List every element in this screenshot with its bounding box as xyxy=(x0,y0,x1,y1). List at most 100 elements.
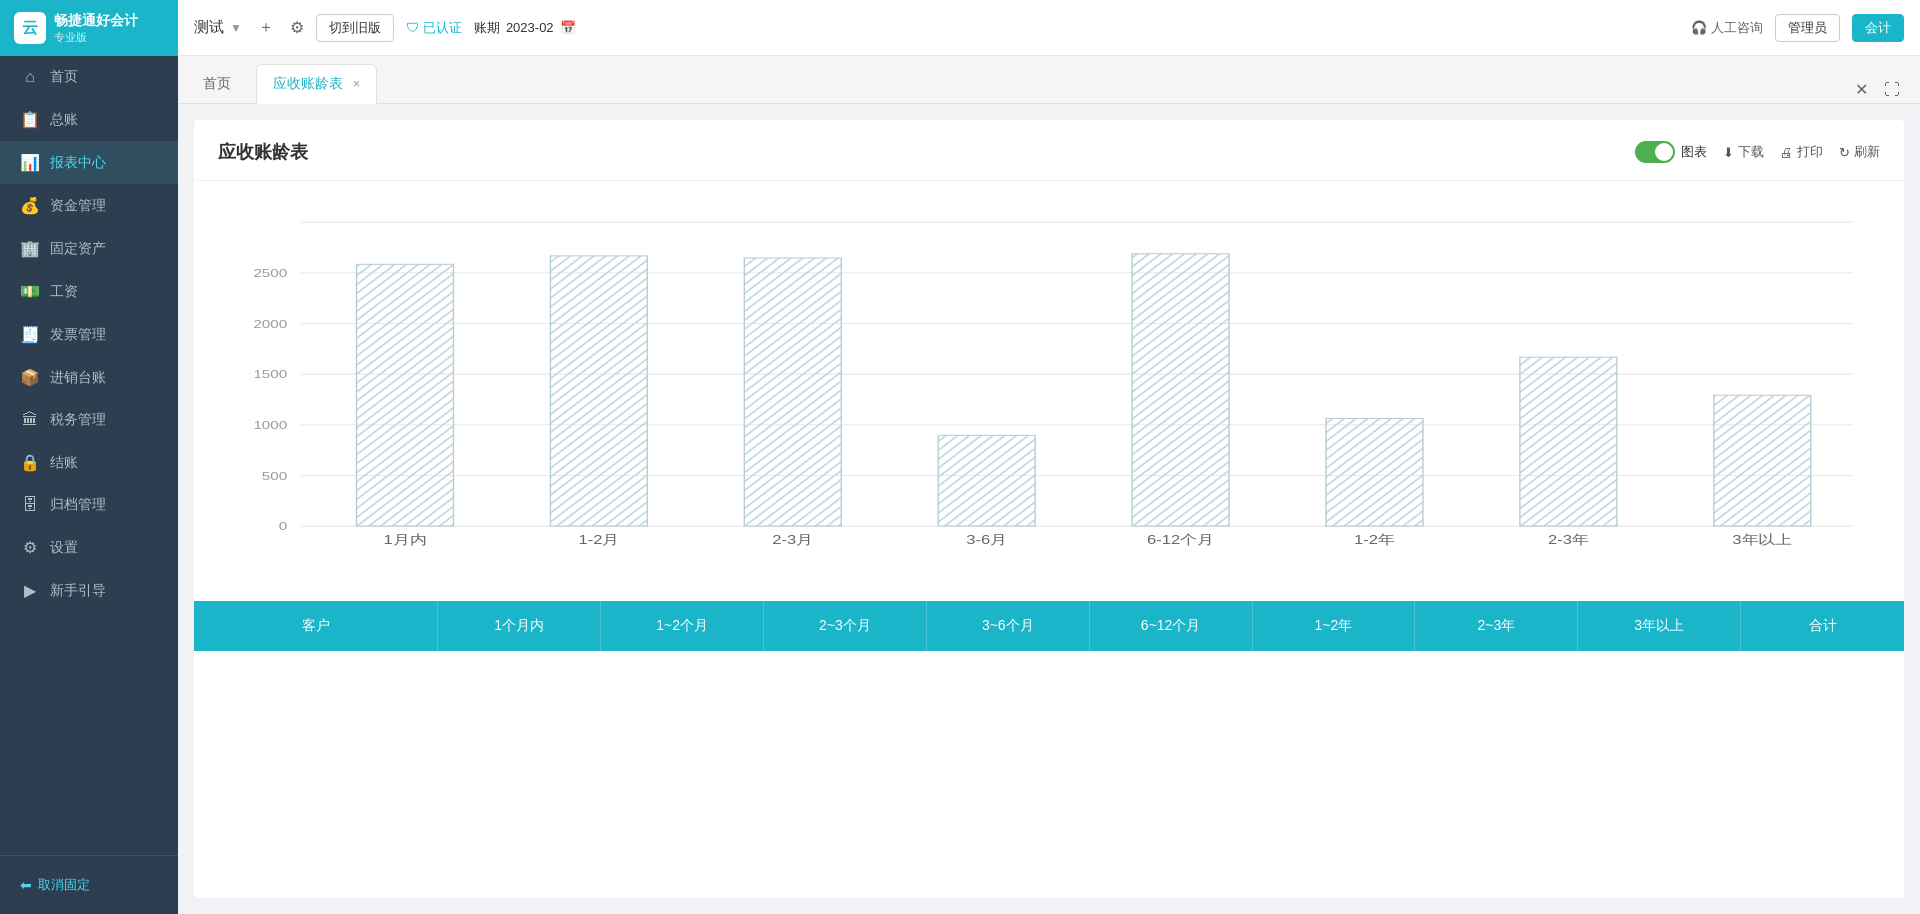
chart-toggle-label: 图表 xyxy=(1681,143,1707,161)
shield-icon: 🛡 xyxy=(406,20,419,35)
settings-button[interactable]: ⚙ xyxy=(286,14,308,41)
tab-home[interactable]: 首页 xyxy=(186,63,248,103)
sidebar-item-label: 税务管理 xyxy=(50,411,106,429)
table-col-合计: 合计 xyxy=(1741,601,1904,651)
table-col-1个月内: 1个月内 xyxy=(438,601,601,651)
table-col-2~3年: 2~3年 xyxy=(1415,601,1578,651)
accountant-button[interactable]: 会计 xyxy=(1852,14,1904,42)
funds-icon: 💰 xyxy=(20,196,40,215)
svg-text:3-6月: 3-6月 xyxy=(966,533,1007,547)
company-selector[interactable]: 测试 ▼ xyxy=(194,18,242,37)
chart-container: 0 500 1000 1500 2000 2500 xyxy=(218,201,1880,581)
download-button[interactable]: ⬇ 下载 xyxy=(1723,143,1764,161)
period-label: 账期 xyxy=(474,19,500,37)
svg-rect-16 xyxy=(550,256,647,526)
sidebar-item-label: 工资 xyxy=(50,283,78,301)
manager-button[interactable]: 管理员 xyxy=(1775,14,1840,42)
sidebar-item-home[interactable]: ⌂ 首页 xyxy=(0,56,178,98)
sidebar-item-label: 固定资产 xyxy=(50,240,106,258)
download-icon: ⬇ xyxy=(1723,145,1734,160)
topbar-actions: ＋ ⚙ 切到旧版 xyxy=(254,13,394,42)
svg-text:3年以上: 3年以上 xyxy=(1732,533,1792,547)
svg-text:1000: 1000 xyxy=(253,419,287,432)
sidebar-item-funds[interactable]: 💰 资金管理 xyxy=(0,184,178,227)
sidebar-item-label: 发票管理 xyxy=(50,326,106,344)
sidebar-logo: 云 畅捷通好会计 专业版 xyxy=(0,0,178,56)
pin-button[interactable]: ⬅ 取消固定 xyxy=(0,866,178,904)
svg-rect-26 xyxy=(1520,357,1617,526)
company-name: 测试 xyxy=(194,18,224,37)
print-icon: 🖨 xyxy=(1780,145,1793,160)
sidebar-item-label: 首页 xyxy=(50,68,78,86)
tab-ar-aging[interactable]: 应收账龄表 × xyxy=(256,64,377,104)
sidebar-item-label: 新手引导 xyxy=(50,582,106,600)
svg-text:6-12个月: 6-12个月 xyxy=(1147,533,1214,547)
svg-rect-24 xyxy=(1326,418,1423,526)
period-selector[interactable]: 账期 2023-02 📅 xyxy=(474,19,576,37)
pin-icon: ⬅ xyxy=(20,877,32,893)
switch-old-button[interactable]: 切到旧版 xyxy=(316,14,394,42)
table-col-1~2年: 1~2年 xyxy=(1253,601,1416,651)
topbar: 测试 ▼ ＋ ⚙ 切到旧版 🛡 已认证 账期 2023-02 📅 🎧 人工咨询 … xyxy=(178,0,1920,56)
svg-text:0: 0 xyxy=(279,520,287,533)
topbar-right: 🎧 人工咨询 管理员 会计 xyxy=(1691,14,1904,42)
table-col-客户: 客户 xyxy=(194,601,438,651)
tab-home-label: 首页 xyxy=(203,75,231,93)
payroll-icon: 💵 xyxy=(20,282,40,301)
company-dropdown-icon: ▼ xyxy=(230,21,242,35)
svg-rect-14 xyxy=(357,264,454,526)
sidebar-item-close[interactable]: 🔒 结账 xyxy=(0,441,178,484)
print-button[interactable]: 🖨 打印 xyxy=(1780,143,1823,161)
headset-icon: 🎧 xyxy=(1691,20,1707,35)
sidebar-bottom: ⬅ 取消固定 xyxy=(0,855,178,914)
page-wrapper: 应收账龄表 图表 ⬇ 下载 🖨 打印 xyxy=(178,104,1920,914)
svg-text:500: 500 xyxy=(262,469,287,482)
bar-chart: 0 500 1000 1500 2000 2500 xyxy=(218,201,1880,581)
sidebar-item-label: 设置 xyxy=(50,539,78,557)
inventory-icon: 📦 xyxy=(20,368,40,387)
reports-icon: 📊 xyxy=(20,153,40,172)
maximize-button[interactable]: ⛶ xyxy=(1880,77,1904,103)
sidebar-item-settings[interactable]: ⚙ 设置 xyxy=(0,526,178,569)
svg-text:2-3年: 2-3年 xyxy=(1548,533,1589,547)
sidebar-item-label: 归档管理 xyxy=(50,496,106,514)
sidebar-item-archive[interactable]: 🗄 归档管理 xyxy=(0,484,178,526)
svg-text:1500: 1500 xyxy=(253,368,287,381)
calendar-icon: 📅 xyxy=(560,20,576,35)
assets-icon: 🏢 xyxy=(20,239,40,258)
page-actions: 图表 ⬇ 下载 🖨 打印 ↻ 刷新 xyxy=(1635,141,1880,163)
sidebar-nav: ⌂ 首页 📋 总账 📊 报表中心 💰 资金管理 🏢 固定资产 💵 工资 🧾 发票… xyxy=(0,56,178,855)
sidebar-item-payroll[interactable]: 💵 工资 xyxy=(0,270,178,313)
sidebar-item-assets[interactable]: 🏢 固定资产 xyxy=(0,227,178,270)
page-title: 应收账龄表 xyxy=(218,140,308,164)
table-col-6~12个月: 6~12个月 xyxy=(1090,601,1253,651)
add-button[interactable]: ＋ xyxy=(254,13,278,42)
sidebar-item-inventory[interactable]: 📦 进销台账 xyxy=(0,356,178,399)
close-window-button[interactable]: ✕ xyxy=(1851,76,1872,103)
sidebar-item-ledger[interactable]: 📋 总账 xyxy=(0,98,178,141)
refresh-icon: ↻ xyxy=(1839,145,1850,160)
tab-close-icon[interactable]: × xyxy=(353,77,360,91)
content-area: 应收账龄表 图表 ⬇ 下载 🖨 打印 xyxy=(178,104,1920,914)
svg-text:2-3月: 2-3月 xyxy=(772,533,813,547)
chart-toggle[interactable] xyxy=(1635,141,1675,163)
sidebar-item-guide[interactable]: ▶ 新手引导 xyxy=(0,569,178,612)
sidebar-item-reports[interactable]: 📊 报表中心 xyxy=(0,141,178,184)
svg-text:1-2月: 1-2月 xyxy=(578,533,619,547)
service-button[interactable]: 🎧 人工咨询 xyxy=(1691,19,1763,37)
settings-icon: ⚙ xyxy=(20,538,40,557)
logo-text: 畅捷通好会计 xyxy=(54,11,138,29)
tabbar-right: ✕ ⛶ xyxy=(1851,76,1920,103)
svg-text:2000: 2000 xyxy=(253,317,287,330)
sidebar-item-invoice[interactable]: 🧾 发票管理 xyxy=(0,313,178,356)
sidebar-item-tax[interactable]: 🏛 税务管理 xyxy=(0,399,178,441)
sidebar: 云 畅捷通好会计 专业版 ⌂ 首页 📋 总账 📊 报表中心 💰 资金管理 🏢 固… xyxy=(0,0,178,914)
page-header: 应收账龄表 图表 ⬇ 下载 🖨 打印 xyxy=(194,120,1904,181)
archive-icon: 🗄 xyxy=(20,496,40,514)
refresh-button[interactable]: ↻ 刷新 xyxy=(1839,143,1880,161)
sidebar-item-label: 报表中心 xyxy=(50,154,106,172)
table-col-2~3个月: 2~3个月 xyxy=(764,601,927,651)
table-col-3~6个月: 3~6个月 xyxy=(927,601,1090,651)
home-icon: ⌂ xyxy=(20,68,40,86)
svg-text:1-2年: 1-2年 xyxy=(1354,533,1395,547)
